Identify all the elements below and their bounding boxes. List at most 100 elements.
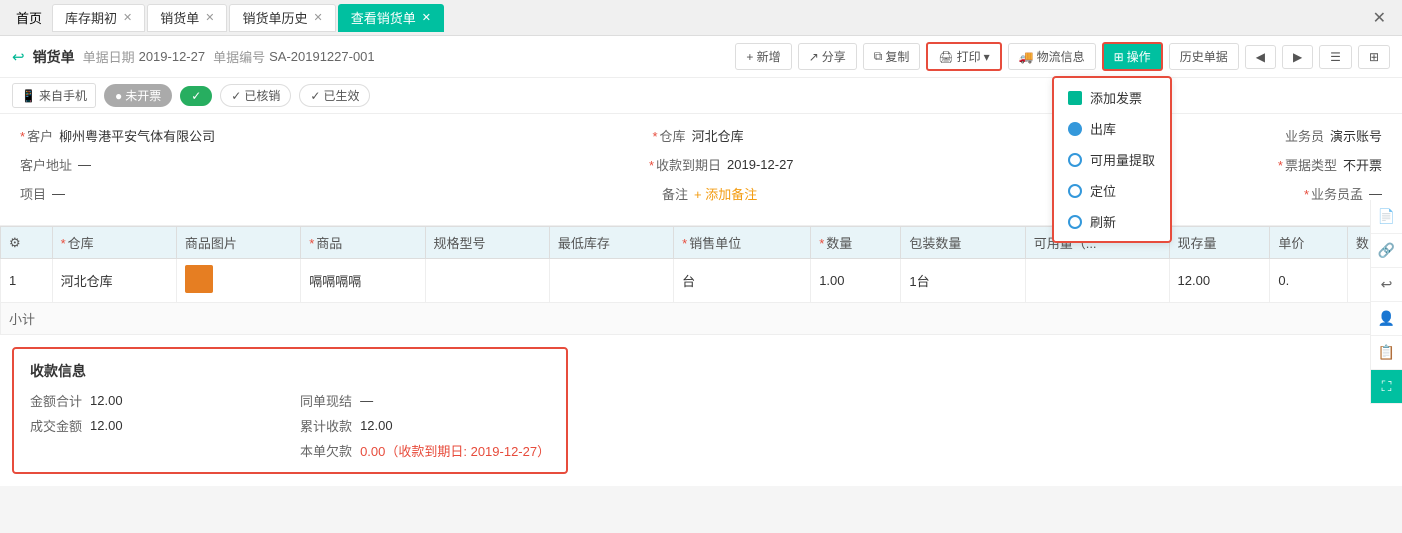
logistics-icon: 🚚 (1019, 50, 1034, 64)
staff-field: 业务员 演示账号 (1285, 126, 1382, 145)
sidebar-icon-1[interactable]: 📄 (1371, 200, 1402, 234)
close-inventory-tab[interactable]: ✕ (123, 11, 132, 24)
expand-icon[interactable]: ⛶ (1371, 370, 1402, 404)
from-phone-button[interactable]: 📱 来自手机 (12, 83, 96, 108)
warehouse-label: 仓库 (652, 126, 685, 145)
close-sales-tab[interactable]: ✕ (205, 11, 214, 24)
close-view-sales-tab[interactable]: ✕ (422, 11, 431, 24)
dropdown-item-outbound[interactable]: 出库 (1054, 113, 1170, 144)
products-table: ⚙ 仓库 商品图片 商品 规格型号 最低库存 销售单位 数量 包装数量 可用量（… (0, 226, 1402, 335)
dropdown-item-refresh[interactable]: 刷新 (1054, 206, 1170, 237)
close-history-tab[interactable]: ✕ (314, 11, 323, 24)
arrears-label: 本单欠款 (300, 441, 352, 460)
col-qty: 数量 (811, 227, 901, 259)
window-close-button[interactable]: ✕ (1365, 8, 1394, 28)
copy-icon: ⧉ (874, 49, 883, 64)
cumulative-row: 累计收款 12.00 (300, 416, 550, 435)
tab-bar: 首页 库存期初 ✕ 销货单 ✕ 销货单历史 ✕ 查看销货单 ✕ ✕ (0, 0, 1402, 36)
cancelled-icon: ✓ (231, 89, 241, 103)
cancelled-button[interactable]: ✓ 已核销 (220, 84, 291, 107)
effective-icon: ✓ (310, 89, 320, 103)
available-icon (1068, 153, 1082, 167)
sidebar-icon-5[interactable]: 📋 (1371, 336, 1402, 370)
sidebar-icon-3[interactable]: ↩ (1371, 268, 1402, 302)
same-order-label: 同单现结 (300, 391, 352, 410)
cell-qty: 1.00 (811, 259, 901, 303)
note-field: 备注 + 添加备注 (662, 184, 1304, 203)
view-toggle-list[interactable]: ☰ (1319, 45, 1352, 69)
address-label: 客户地址 (20, 155, 72, 174)
number-value: SA-20191227-001 (269, 49, 375, 64)
right-sidebar: 📄 🔗 ↩ 👤 📋 ⛶ (1370, 200, 1402, 404)
cell-price: 0. (1270, 259, 1347, 303)
refresh-label: 刷新 (1090, 212, 1116, 231)
nav-next-button[interactable]: ▶ (1282, 45, 1313, 69)
cell-img (176, 259, 300, 303)
view-toggle-grid[interactable]: ⊞ (1358, 45, 1390, 69)
history-button[interactable]: 历史单据 (1169, 43, 1239, 70)
dropdown-item-locate[interactable]: 定位 (1054, 175, 1170, 206)
cell-spec (425, 259, 549, 303)
operations-icon: ⊞ (1114, 50, 1124, 64)
col-product: 商品 (301, 227, 425, 259)
new-button[interactable]: + 新增 (735, 43, 791, 70)
tab-inventory[interactable]: 库存期初 ✕ (52, 4, 145, 32)
product-image (185, 265, 213, 293)
locate-label: 定位 (1090, 181, 1116, 200)
date-label: 单据日期 (83, 47, 135, 66)
phone-icon: 📱 (21, 89, 36, 103)
effective-button[interactable]: ✓ 已生效 (299, 84, 370, 107)
warehouse-value: 河北仓库 (692, 126, 744, 145)
print-button[interactable]: 🖨 打印 ▾ (926, 42, 1001, 71)
note-label: 备注 (662, 184, 688, 203)
amount-row: 金额合计 12.00 (30, 391, 280, 410)
payment-date-label: 收款到期日 (649, 155, 721, 174)
logistics-button[interactable]: 🚚 物流信息 (1008, 43, 1096, 70)
sidebar-icon-4[interactable]: 👤 (1371, 302, 1402, 336)
cell-unit: 台 (674, 259, 811, 303)
nav-prev-button[interactable]: ◀ (1245, 45, 1276, 69)
number-label: 单据编号 (213, 47, 265, 66)
project-field: 项目 — (20, 184, 662, 203)
tab-view-sales[interactable]: 查看销货单 ✕ (338, 4, 444, 32)
data-table-area: ⚙ 仓库 商品图片 商品 规格型号 最低库存 销售单位 数量 包装数量 可用量（… (0, 226, 1402, 335)
payment-grid: 金额合计 12.00 同单现结 — 成交金额 12.00 累计收款 12.00 … (30, 391, 550, 460)
cell-avail (1025, 259, 1169, 303)
salesperson-value: — (1369, 186, 1382, 201)
tab-sales[interactable]: 销货单 ✕ (147, 4, 227, 32)
operations-button[interactable]: ⊞ 操作 (1102, 42, 1163, 71)
same-order-row: 同单现结 — (300, 391, 550, 410)
deal-amount-row: 成交金额 12.00 (30, 416, 280, 435)
subtotal-label: 小计 (1, 303, 1402, 335)
sidebar-icon-2[interactable]: 🔗 (1371, 234, 1402, 268)
tab-home[interactable]: 首页 (8, 8, 50, 27)
confirm-button[interactable]: ✓ (180, 86, 212, 106)
arrears-value: 0.00（收款到期日: 2019-12-27） (360, 441, 550, 460)
print-dropdown-icon: ▾ (984, 50, 990, 64)
dropdown-item-available[interactable]: 可用量提取 (1054, 144, 1170, 175)
form-row-1: 客户 柳州粤港平安气体有限公司 仓库 河北仓库 业务员 演示账号 (20, 126, 1382, 145)
col-min-stock: 最低库存 (549, 227, 673, 259)
staff-label: 业务员 (1285, 126, 1324, 145)
add-note-button[interactable]: + 添加备注 (694, 184, 757, 203)
tab-sales-history[interactable]: 销货单历史 ✕ (229, 4, 335, 32)
dropdown-item-invoice[interactable]: 添加发票 (1054, 82, 1170, 113)
copy-button[interactable]: ⧉ 复制 (863, 43, 921, 70)
col-price: 单价 (1270, 227, 1347, 259)
col-img: 商品图片 (176, 227, 300, 259)
not-open-button[interactable]: ● 未开票 (104, 84, 172, 107)
cell-pkg: 1台 (901, 259, 1025, 303)
cell-num: 1 (1, 259, 53, 303)
payment-title: 收款信息 (30, 361, 550, 381)
doc-date-field: 单据日期 2019-12-27 (83, 47, 206, 66)
settings-icon[interactable]: ⚙ (9, 235, 21, 250)
amount-label: 金额合计 (30, 391, 82, 410)
subtotal-row: 小计 (1, 303, 1402, 335)
address-value: — (78, 157, 91, 172)
share-button[interactable]: ↗ 分享 (798, 43, 857, 70)
outbound-label: 出库 (1090, 119, 1116, 138)
doc-icon: ↩ (12, 48, 25, 66)
form-row-3: 项目 — 备注 + 添加备注 业务员孟 — (20, 184, 1382, 203)
operations-dropdown: 添加发票 出库 可用量提取 定位 刷新 (1052, 76, 1172, 243)
invoice-status-icon: ● (115, 89, 122, 103)
